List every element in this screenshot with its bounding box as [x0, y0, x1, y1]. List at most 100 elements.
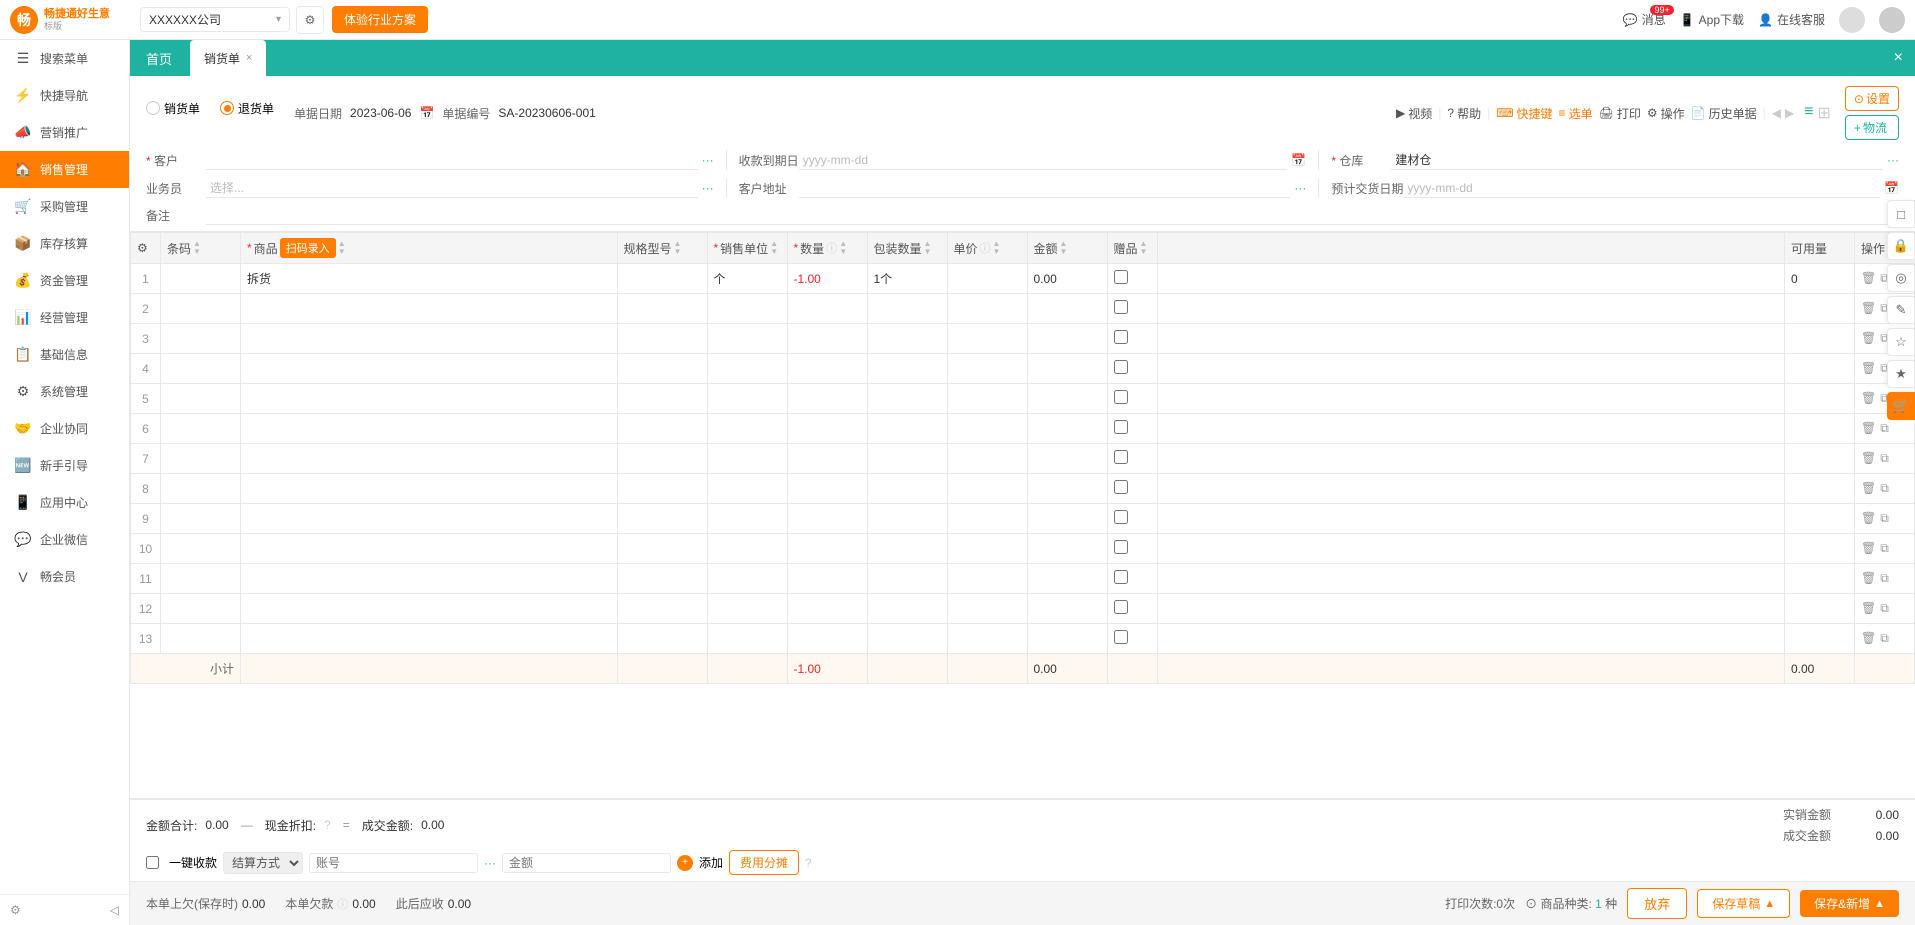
row-qty[interactable]: [787, 474, 867, 504]
company-selector[interactable]: XXXXXX公司 ▾: [140, 7, 290, 32]
due-date-calendar-icon[interactable]: 📅: [1291, 153, 1306, 167]
sidebar-item-inventory[interactable]: 📦 库存核算: [0, 225, 129, 262]
row-spec[interactable]: [617, 474, 707, 504]
row-gift-checkbox[interactable]: [1114, 300, 1128, 314]
row-price[interactable]: [947, 264, 1027, 294]
row-copy-icon[interactable]: ⧉: [1880, 571, 1889, 586]
warehouse-input[interactable]: [1391, 151, 1883, 170]
nav-prev-icon[interactable]: ◀: [1772, 106, 1781, 120]
salesperson-ellipsis-icon[interactable]: ···: [702, 181, 714, 195]
row-price[interactable]: [947, 564, 1027, 594]
row-price[interactable]: [947, 444, 1027, 474]
row-unit[interactable]: [707, 594, 787, 624]
row-price[interactable]: [947, 294, 1027, 324]
row-qty[interactable]: [787, 384, 867, 414]
row-gift-checkbox[interactable]: [1114, 480, 1128, 494]
total-owe-info-icon[interactable]: ⓘ: [337, 896, 348, 912]
row-unit[interactable]: [707, 384, 787, 414]
row-delete-icon[interactable]: 🗑: [1861, 541, 1876, 556]
row-unit[interactable]: [707, 534, 787, 564]
row-unit[interactable]: 个: [707, 264, 787, 294]
row-amount[interactable]: [1027, 594, 1107, 624]
row-goods[interactable]: [241, 414, 618, 444]
row-pack-qty[interactable]: [867, 414, 947, 444]
row-delete-icon[interactable]: 🗑: [1861, 601, 1876, 616]
avatar[interactable]: [1839, 7, 1865, 33]
row-amount[interactable]: [1027, 444, 1107, 474]
row-barcode[interactable]: [161, 504, 241, 534]
row-goods[interactable]: [241, 534, 618, 564]
row-barcode[interactable]: [161, 444, 241, 474]
row-unit[interactable]: [707, 564, 787, 594]
row-amount[interactable]: [1027, 324, 1107, 354]
row-spec[interactable]: [617, 384, 707, 414]
row-gift-checkbox[interactable]: [1114, 450, 1128, 464]
add-payment-button[interactable]: +: [677, 855, 693, 871]
row-barcode[interactable]: [161, 474, 241, 504]
th-settings[interactable]: ⚙: [131, 233, 161, 264]
row-pack-qty[interactable]: [867, 384, 947, 414]
row-barcode[interactable]: [161, 414, 241, 444]
sidebar-item-guide[interactable]: 🆕 新手引导: [0, 447, 129, 484]
row-qty[interactable]: [787, 534, 867, 564]
row-spec[interactable]: [617, 444, 707, 474]
row-copy-icon[interactable]: ⧉: [1880, 451, 1889, 466]
row-delete-icon[interactable]: 🗑: [1861, 391, 1876, 406]
float-btn-4[interactable]: ✎: [1887, 296, 1915, 324]
logistics-button[interactable]: + 物流: [1845, 115, 1899, 140]
row-barcode[interactable]: [161, 384, 241, 414]
row-gift-checkbox[interactable]: [1114, 270, 1128, 284]
row-gift[interactable]: [1107, 534, 1157, 564]
address-input[interactable]: [799, 179, 1291, 198]
sidebar-item-operations[interactable]: 📊 经营管理: [0, 299, 129, 336]
row-pack-qty[interactable]: [867, 534, 947, 564]
row-qty[interactable]: [787, 354, 867, 384]
row-qty[interactable]: [787, 594, 867, 624]
row-pack-qty[interactable]: [867, 594, 947, 624]
row-spec[interactable]: [617, 624, 707, 654]
sidebar-item-purchase[interactable]: 🛒 采购管理: [0, 188, 129, 225]
discard-button[interactable]: 放弃: [1627, 888, 1687, 919]
radio-return[interactable]: 退货单: [220, 100, 274, 117]
row-qty[interactable]: -1.00: [787, 264, 867, 294]
float-btn-3[interactable]: ◎: [1887, 264, 1915, 292]
row-goods[interactable]: [241, 504, 618, 534]
row-gift-checkbox[interactable]: [1114, 330, 1128, 344]
save-draft-button[interactable]: 保存草稿 ▲: [1697, 889, 1790, 918]
float-btn-5[interactable]: ☆: [1887, 328, 1915, 356]
app-download-button[interactable]: 📱 App下载: [1680, 11, 1744, 28]
sidebar-item-enterprise[interactable]: 🤝 企业协同: [0, 410, 129, 447]
row-spec[interactable]: [617, 594, 707, 624]
qty-info-icon[interactable]: ⓘ: [826, 240, 837, 256]
sidebar-settings-icon[interactable]: ⚙: [10, 903, 21, 917]
row-delete-icon[interactable]: 🗑: [1861, 331, 1876, 346]
row-price[interactable]: [947, 354, 1027, 384]
row-amount[interactable]: [1027, 504, 1107, 534]
cash-discount-help-icon[interactable]: ?: [324, 818, 331, 832]
calc-method-select[interactable]: 结算方式: [223, 852, 303, 874]
row-pack-qty[interactable]: [867, 624, 947, 654]
row-delete-icon[interactable]: 🗑: [1861, 271, 1876, 286]
row-price[interactable]: [947, 324, 1027, 354]
shortcut-button[interactable]: ⌨ 快捷键: [1496, 105, 1552, 122]
note-input[interactable]: [206, 206, 1899, 225]
row-unit[interactable]: [707, 624, 787, 654]
row-gift[interactable]: [1107, 414, 1157, 444]
sidebar-item-sales[interactable]: 🏠 销售管理: [0, 151, 129, 188]
row-amount[interactable]: [1027, 534, 1107, 564]
row-delete-icon[interactable]: 🗑: [1861, 421, 1876, 436]
row-price[interactable]: [947, 474, 1027, 504]
expected-date-calendar-icon[interactable]: 📅: [1884, 181, 1899, 195]
row-unit[interactable]: [707, 354, 787, 384]
row-goods[interactable]: [241, 294, 618, 324]
row-goods[interactable]: [241, 474, 618, 504]
row-amount[interactable]: [1027, 474, 1107, 504]
message-button[interactable]: 💬 消息 99+: [1623, 11, 1666, 28]
row-delete-icon[interactable]: 🗑: [1861, 511, 1876, 526]
row-pack-qty[interactable]: [867, 474, 947, 504]
row-barcode[interactable]: [161, 354, 241, 384]
save-new-button[interactable]: 保存&新增 ▲: [1800, 890, 1899, 917]
row-barcode[interactable]: [161, 564, 241, 594]
row-gift[interactable]: [1107, 324, 1157, 354]
sidebar-item-marketing[interactable]: 📣 营销推广: [0, 114, 129, 151]
